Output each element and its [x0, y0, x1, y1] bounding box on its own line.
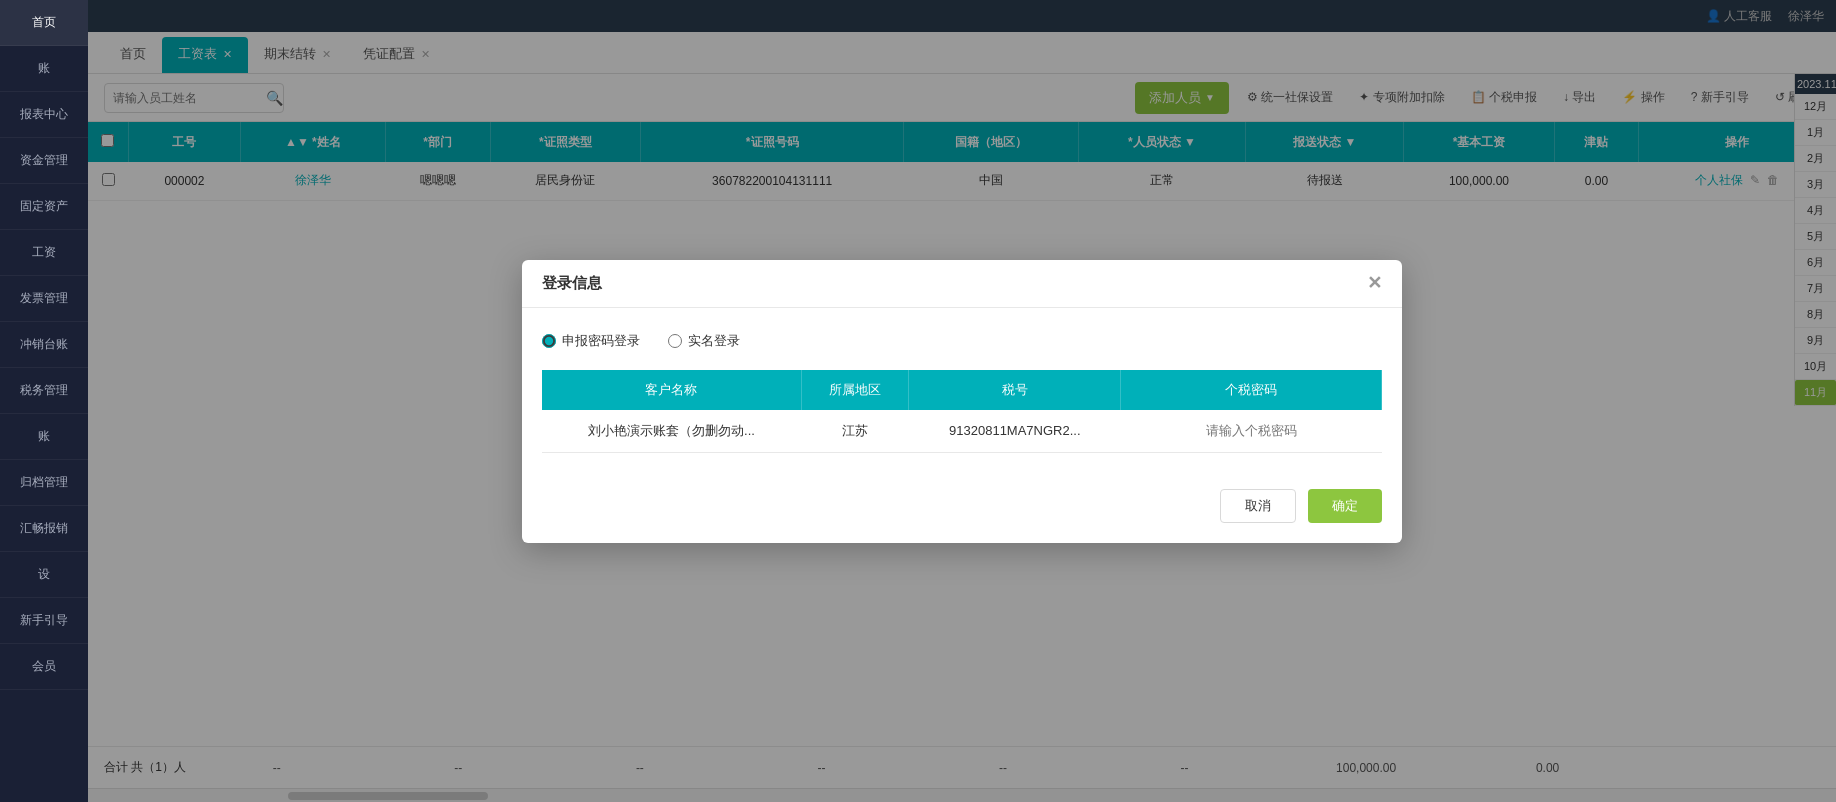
- sidebar-item-ledger[interactable]: 账: [0, 46, 88, 92]
- dialog-password-cell[interactable]: [1121, 410, 1382, 453]
- radio-password-login[interactable]: 申报密码登录: [542, 332, 640, 350]
- confirm-button[interactable]: 确定: [1308, 489, 1382, 523]
- dialog-tax-id: 91320811MA7NGR2...: [909, 410, 1121, 453]
- sidebar-item-member[interactable]: 会员: [0, 644, 88, 690]
- sidebar-item-assets[interactable]: 固定资产: [0, 184, 88, 230]
- sidebar-item-report[interactable]: 报表中心: [0, 92, 88, 138]
- dialog-col-tax-id: 税号: [909, 370, 1121, 410]
- dialog-col-client: 客户名称: [542, 370, 801, 410]
- radio-password-input[interactable]: [542, 334, 556, 348]
- dialog-footer: 取消 确定: [522, 473, 1402, 543]
- cancel-button[interactable]: 取消: [1220, 489, 1296, 523]
- dialog-close-button[interactable]: ✕: [1367, 274, 1382, 292]
- dialog-table-row: 刘小艳演示账套（勿删勿动... 江苏 91320811MA7NGR2...: [542, 410, 1382, 453]
- login-info-dialog: 登录信息 ✕ 申报密码登录 实名登录 客户名称 所属地: [522, 260, 1402, 543]
- sidebar-item-invoice[interactable]: 发票管理: [0, 276, 88, 322]
- dialog-title: 登录信息: [542, 274, 602, 293]
- sidebar-item-home[interactable]: 首页: [0, 0, 88, 46]
- login-info-table: 客户名称 所属地区 税号 个税密码 刘小艳演示账套（勿删勿动... 江苏 913…: [542, 370, 1382, 453]
- tax-password-input[interactable]: [1135, 423, 1368, 438]
- sidebar-item-chargeback[interactable]: 冲销台账: [0, 322, 88, 368]
- radio-realname-login[interactable]: 实名登录: [668, 332, 740, 350]
- dialog-overlay: 登录信息 ✕ 申报密码登录 实名登录 客户名称 所属地: [88, 0, 1836, 802]
- dialog-col-region: 所属地区: [801, 370, 909, 410]
- sidebar-item-archive[interactable]: 归档管理: [0, 460, 88, 506]
- sidebar-item-tax[interactable]: 税务管理: [0, 368, 88, 414]
- dialog-header: 登录信息 ✕: [522, 260, 1402, 308]
- sidebar: 首页 账 报表中心 资金管理 固定资产 工资 发票管理 冲销台账 税务管理 账 …: [0, 0, 88, 802]
- dialog-col-password: 个税密码: [1121, 370, 1382, 410]
- sidebar-item-funds[interactable]: 资金管理: [0, 138, 88, 184]
- sidebar-item-settings[interactable]: 设: [0, 552, 88, 598]
- dialog-client-name: 刘小艳演示账套（勿删勿动...: [542, 410, 801, 453]
- dialog-region: 江苏: [801, 410, 909, 453]
- radio-realname-input[interactable]: [668, 334, 682, 348]
- sidebar-item-account[interactable]: 账: [0, 414, 88, 460]
- sidebar-item-guide[interactable]: 新手引导: [0, 598, 88, 644]
- sidebar-item-payroll[interactable]: 工资: [0, 230, 88, 276]
- dialog-body: 申报密码登录 实名登录 客户名称 所属地区 税号 个税密码: [522, 308, 1402, 473]
- sidebar-item-expense[interactable]: 汇畅报销: [0, 506, 88, 552]
- login-type-radio-group: 申报密码登录 实名登录: [542, 332, 1382, 350]
